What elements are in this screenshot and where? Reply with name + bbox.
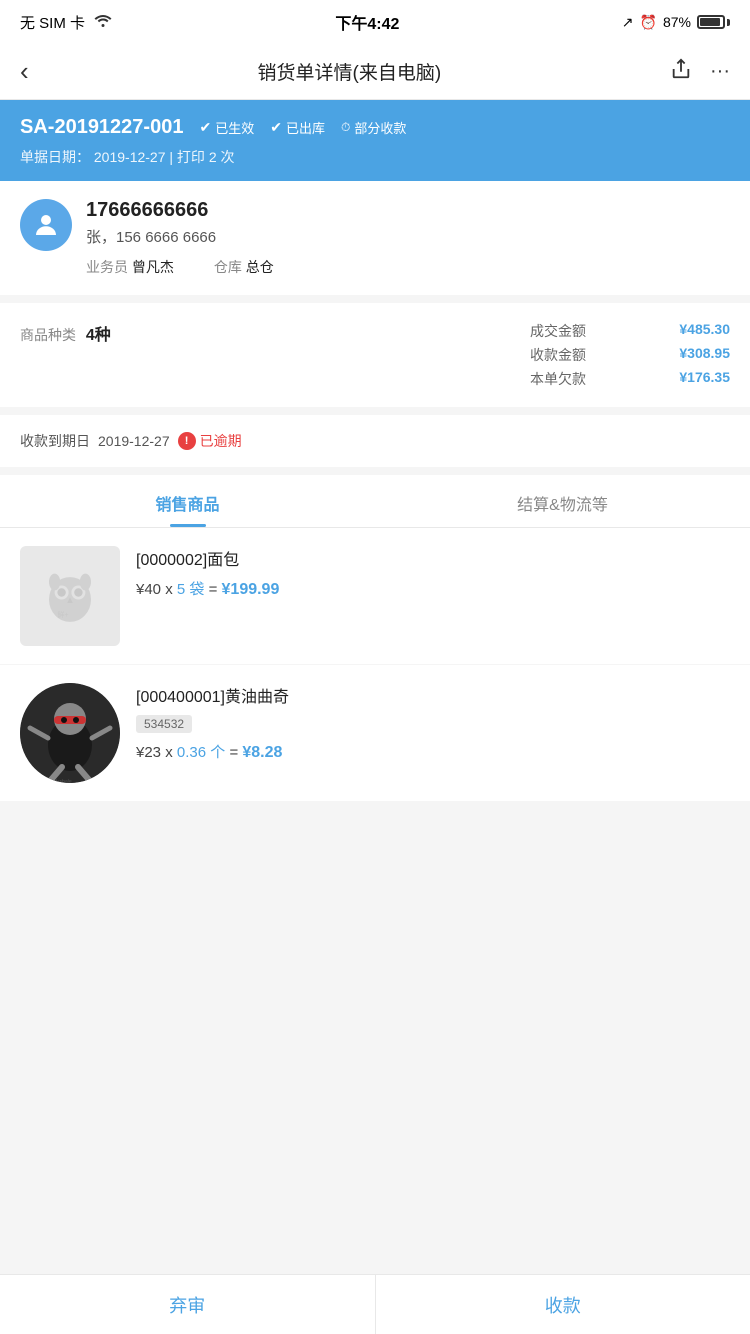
overdue-icon: ! [178,432,196,450]
order-id: SA-20191227-001 [20,116,183,139]
wifi-icon [93,13,113,31]
tab-products[interactable]: 销售商品 [0,475,375,527]
tabs: 销售商品 结算&物流等 [0,475,750,528]
product-card: powered whale [000400001]黄油曲奇 534532 ¥23… [0,665,750,801]
confirm-button[interactable]: 收款 [376,1275,750,1334]
avatar [20,199,72,251]
customer-meta: 业务员 曾凡杰 仓库 总仓 [86,257,730,277]
no-sim-label: 无 SIM 卡 [20,12,85,33]
products-section: 鲜+ [0000002]面包 ¥40 x 5 袋 = ¥199.99 [0,528,750,801]
product-card: 鲜+ [0000002]面包 ¥40 x 5 袋 = ¥199.99 [0,528,750,664]
due-date-value: 2019-12-27 [98,433,170,449]
customer-section: 17666666666 张，156 6666 6666 业务员 曾凡杰 仓库 总… [0,181,750,303]
product-kind: 商品种类 4种 [20,321,111,345]
battery-indicator [697,15,730,29]
product-price: ¥40 x 5 袋 = ¥199.99 [136,578,730,599]
product-thumbnail-circle: powered whale [20,683,120,783]
product-name: [0000002]面包 [136,546,730,570]
warehouse-info: 仓库 总仓 [214,257,274,277]
received-amount-row: 收款金额 ¥308.95 [530,345,730,365]
location-icon: ↗ [622,14,634,31]
alarm-icon: ⏰ [640,14,657,31]
order-banner: SA-20191227-001 ✔ 已生效 ✔ 已出库 ⏱ 部分收款 单据日期：… [0,100,750,181]
amount-summary: 成交金额 ¥485.30 收款金额 ¥308.95 本单欠款 ¥176.35 [530,321,730,389]
status-left: 无 SIM 卡 [20,12,113,33]
cancel-button[interactable]: 弃审 [0,1275,376,1334]
back-button[interactable]: ‹ [20,56,29,87]
tab-settlement[interactable]: 结算&物流等 [375,475,750,527]
owed-amount-row: 本单欠款 ¥176.35 [530,369,730,389]
badge-shipped: ✔ 已出库 [270,118,325,137]
sales-info: 业务员 曾凡杰 [86,257,174,277]
nav-bar: ‹ 销货单详情(来自电脑) ··· [0,44,750,100]
battery-label: 87% [663,14,691,30]
overdue-text: 已逾期 [200,431,242,451]
deal-amount-row: 成交金额 ¥485.30 [530,321,730,341]
nav-actions: ··· [670,58,730,86]
summary-section: 商品种类 4种 成交金额 ¥485.30 收款金额 ¥308.95 本单欠款 ¥… [0,303,750,415]
status-bar: 无 SIM 卡 下午4:42 ↗ ⏰ 87% [0,0,750,44]
badge-partial-payment: ⏱ 部分收款 [341,118,406,137]
customer-info: 17666666666 张，156 6666 6666 业务员 曾凡杰 仓库 总… [86,199,730,277]
bottom-bar: 弃审 收款 [0,1274,750,1334]
due-date-label: 收款到期日 [20,431,90,451]
status-right: ↗ ⏰ 87% [622,14,730,31]
customer-name-phone: 张，156 6666 6666 [86,226,730,247]
product-name: [000400001]黄油曲奇 [136,683,730,707]
page-title: 销货单详情(来自电脑) [258,58,442,85]
product-info: [000400001]黄油曲奇 534532 ¥23 x 0.36 个 = ¥8… [136,683,730,762]
overdue-badge: ! 已逾期 [178,431,242,451]
product-batch: 534532 [136,715,192,733]
svg-text:powered whale: powered whale [38,779,72,783]
product-thumbnail: 鲜+ [20,546,120,646]
customer-phone-display: 17666666666 [86,199,730,222]
order-date: 单据日期： 2019-12-27 | 打印 2 次 [20,147,730,167]
svg-text:鲜+: 鲜+ [57,610,68,619]
product-price: ¥23 x 0.36 个 = ¥8.28 [136,741,730,762]
status-time: 下午4:42 [335,10,399,34]
badge-active: ✔ 已生效 [199,118,254,137]
share-icon[interactable] [670,58,692,86]
product-info: [0000002]面包 ¥40 x 5 袋 = ¥199.99 [136,546,730,599]
due-date-section: 收款到期日 2019-12-27 ! 已逾期 [0,415,750,475]
more-icon[interactable]: ··· [710,60,730,83]
